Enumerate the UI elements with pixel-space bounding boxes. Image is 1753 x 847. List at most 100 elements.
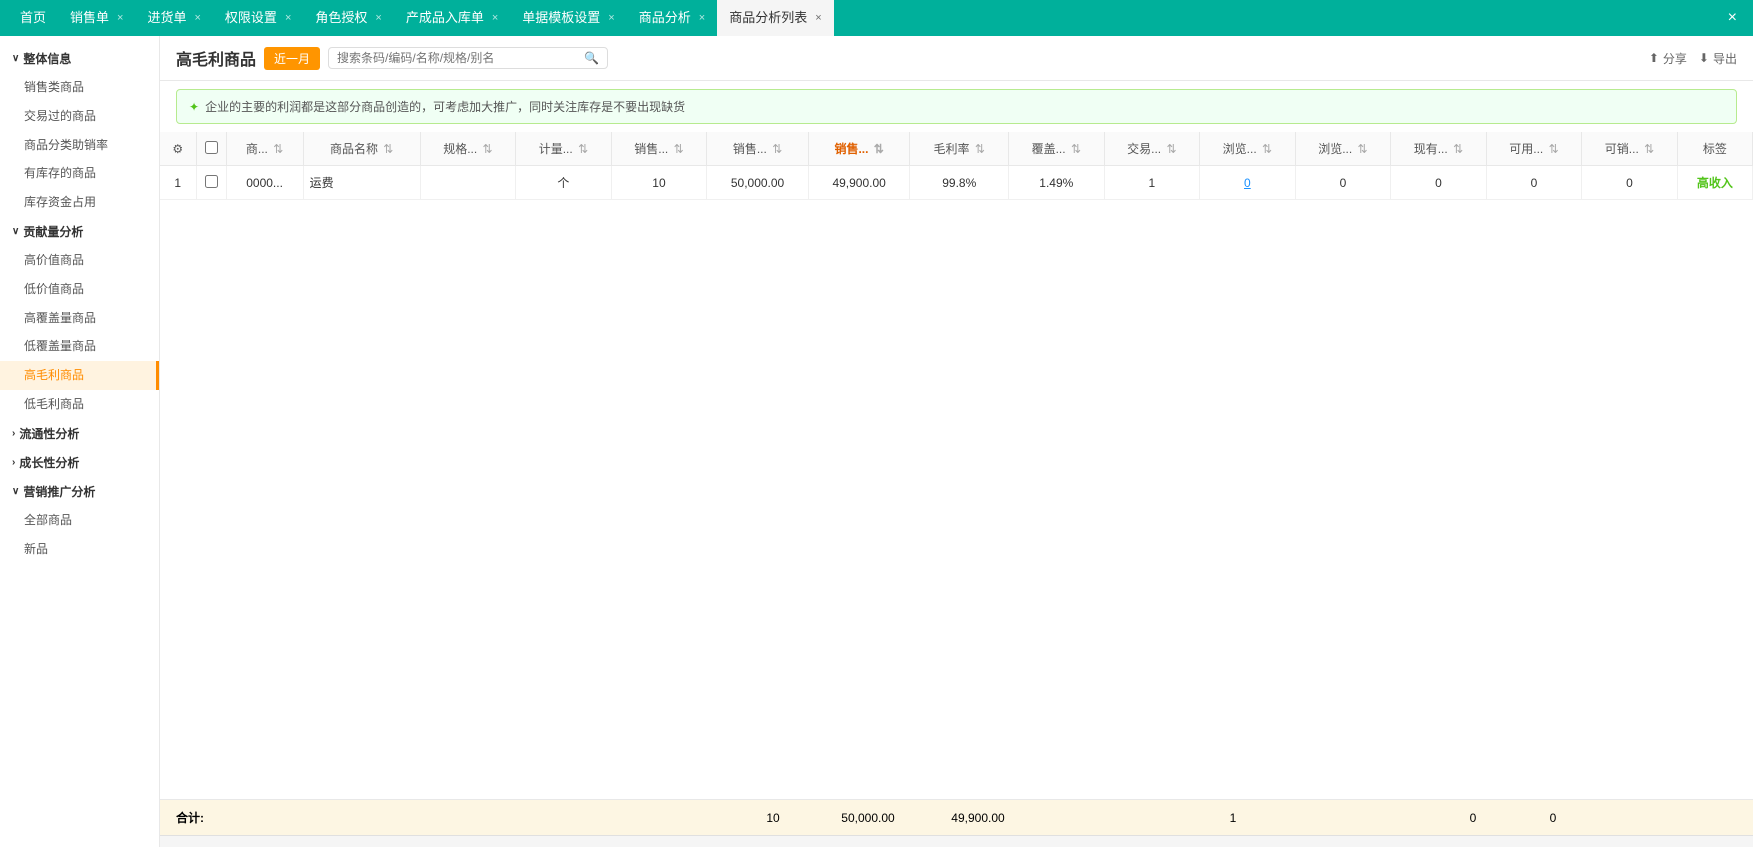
time-filter-button[interactable]: 近一月 (264, 47, 320, 70)
close-all-button[interactable]: × (1720, 9, 1745, 27)
sort-icon-available: ⇅ (1549, 142, 1559, 156)
header-actions: ⬆ 分享 ⬇ 导出 (1649, 50, 1737, 67)
nav-template-settings[interactable]: 单据模板设置 × (510, 0, 626, 36)
col-gross-rate[interactable]: 毛利率 ⇅ (910, 132, 1009, 166)
sidebar-item-traded-goods[interactable]: 交易过的商品 (0, 102, 159, 131)
footer-label: 合计: (160, 809, 220, 826)
sidebar: « ∨ 整体信息 销售类商品 交易过的商品 商品分类助销率 有库存的商品 库存资… (0, 36, 160, 847)
row-saleable: 0 (1582, 166, 1678, 200)
col-current[interactable]: 现有... ⇅ (1391, 132, 1487, 166)
sidebar-item-stock-capital[interactable]: 库存资金占用 (0, 188, 159, 217)
sidebar-collapse-button[interactable]: « (159, 422, 160, 462)
row-trade: 1 (1104, 166, 1200, 200)
sort-icon-sales1: ⇅ (674, 142, 684, 156)
col-sales1[interactable]: 销售... ⇅ (611, 132, 707, 166)
col-sales3[interactable]: 销售... ⇅ (808, 132, 910, 166)
row-code: 0000... (226, 166, 303, 200)
close-analysis-list[interactable]: × (815, 0, 821, 36)
share-icon: ⬆ (1649, 51, 1659, 65)
col-trade[interactable]: 交易... ⇅ (1104, 132, 1200, 166)
row-unit: 个 (516, 166, 612, 200)
col-browse1[interactable]: 浏览... ⇅ (1200, 132, 1296, 166)
sidebar-item-new-products[interactable]: 新品 (0, 535, 159, 564)
col-spec[interactable]: 规格... ⇅ (420, 132, 516, 166)
footer-sales3: 49,900.00 (923, 811, 1033, 825)
sidebar-item-high-coverage[interactable]: 高覆盖量商品 (0, 304, 159, 333)
footer-available: 0 (1513, 811, 1593, 825)
sort-icon-gross-rate: ⇅ (975, 142, 985, 156)
col-unit[interactable]: 计量... ⇅ (516, 132, 612, 166)
col-saleable[interactable]: 可销... ⇅ (1582, 132, 1678, 166)
col-sales2[interactable]: 销售... ⇅ (707, 132, 809, 166)
row-spec (420, 166, 516, 200)
close-roles[interactable]: × (375, 0, 381, 36)
sidebar-item-in-stock[interactable]: 有库存的商品 (0, 159, 159, 188)
nav-product-inbound[interactable]: 产成品入库单 × (394, 0, 510, 36)
col-browse2[interactable]: 浏览... ⇅ (1295, 132, 1391, 166)
col-settings[interactable]: ⚙ (160, 132, 196, 166)
data-table: ⚙ 商... ⇅ 商品名称 ⇅ 规格... ⇅ (160, 132, 1753, 200)
sort-icon-code: ⇅ (273, 142, 283, 156)
nav-analysis-list[interactable]: 商品分析列表 × (717, 0, 833, 36)
row-browse1[interactable]: 0 (1200, 166, 1296, 200)
table-row: 1 0000... 运费 个 10 50,000.00 49,900.00 99… (160, 166, 1753, 200)
top-nav: 首页 销售单 × 进货单 × 权限设置 × 角色授权 × 产成品入库单 × 单据… (0, 0, 1753, 36)
close-product-inbound[interactable]: × (492, 0, 498, 36)
row-browse2: 0 (1295, 166, 1391, 200)
nav-permissions[interactable]: 权限设置 × (213, 0, 303, 36)
arrow-icon-growth: › (12, 457, 15, 468)
search-icon[interactable]: 🔍 (584, 51, 599, 65)
sidebar-item-low-coverage[interactable]: 低覆盖量商品 (0, 332, 159, 361)
info-banner: ✦ 企业的主要的利润都是这部分商品创造的，可考虑加大推广，同时关注库存是不要出现… (176, 89, 1737, 124)
share-button[interactable]: ⬆ 分享 (1649, 50, 1687, 67)
sort-icon-browse1: ⇅ (1262, 142, 1272, 156)
sidebar-item-category-rate[interactable]: 商品分类助销率 (0, 131, 159, 160)
sidebar-item-sales-goods[interactable]: 销售类商品 (0, 73, 159, 102)
main-layout: « ∨ 整体信息 销售类商品 交易过的商品 商品分类助销率 有库存的商品 库存资… (0, 36, 1753, 847)
search-input[interactable] (337, 51, 580, 65)
sort-icon-coverage: ⇅ (1071, 142, 1081, 156)
col-code[interactable]: 商... ⇅ (226, 132, 303, 166)
sidebar-section-contribution[interactable]: ∨ 贡献量分析 (0, 217, 159, 246)
nav-home[interactable]: 首页 (8, 0, 58, 36)
col-coverage[interactable]: 覆盖... ⇅ (1009, 132, 1105, 166)
row-name[interactable]: 运费 (303, 166, 420, 200)
footer-trade: 1 (1193, 811, 1273, 825)
bottom-scrollbar[interactable] (160, 835, 1753, 847)
sidebar-section-liquidity[interactable]: › 流通性分析 (0, 419, 159, 448)
table-header-row: ⚙ 商... ⇅ 商品名称 ⇅ 规格... ⇅ (160, 132, 1753, 166)
sidebar-item-low-margin[interactable]: 低毛利商品 (0, 390, 159, 419)
sidebar-item-high-value[interactable]: 高价值商品 (0, 246, 159, 275)
nav-purchase-order[interactable]: 进货单 × (135, 0, 212, 36)
footer-current: 0 (1433, 811, 1513, 825)
sidebar-item-high-margin[interactable]: 高毛利商品 (0, 361, 159, 390)
export-button[interactable]: ⬇ 导出 (1699, 50, 1737, 67)
close-template-settings[interactable]: × (608, 0, 614, 36)
sidebar-item-all-goods[interactable]: 全部商品 (0, 506, 159, 535)
table-wrapper[interactable]: ⚙ 商... ⇅ 商品名称 ⇅ 规格... ⇅ (160, 132, 1753, 799)
select-all-checkbox[interactable] (205, 141, 218, 154)
nav-product-analysis[interactable]: 商品分析 × (627, 0, 717, 36)
row-checkbox[interactable] (205, 175, 218, 188)
nav-sales-order[interactable]: 销售单 × (58, 0, 135, 36)
row-tag: 高收入 (1677, 166, 1752, 200)
close-product-analysis[interactable]: × (699, 0, 705, 36)
close-purchase-order[interactable]: × (194, 0, 200, 36)
sidebar-item-low-value[interactable]: 低价值商品 (0, 275, 159, 304)
col-name[interactable]: 商品名称 ⇅ (303, 132, 420, 166)
nav-roles[interactable]: 角色授权 × (303, 0, 393, 36)
sidebar-section-marketing[interactable]: ∨ 营销推广分析 (0, 477, 159, 506)
sort-icon-saleable: ⇅ (1644, 142, 1654, 156)
row-checkbox-cell[interactable] (196, 166, 226, 200)
footer-row: 合计: 10 50,000.00 49,900.00 1 0 0 (160, 799, 1753, 835)
arrow-icon-marketing: ∨ (12, 486, 19, 497)
close-permissions[interactable]: × (285, 0, 291, 36)
close-sales-order[interactable]: × (117, 0, 123, 36)
row-coverage: 1.49% (1009, 166, 1105, 200)
sidebar-section-overall[interactable]: ∨ 整体信息 (0, 44, 159, 73)
col-available[interactable]: 可用... ⇅ (1486, 132, 1582, 166)
page-title: 高毛利商品 (176, 46, 256, 70)
row-current: 0 (1391, 166, 1487, 200)
sidebar-section-growth[interactable]: › 成长性分析 (0, 448, 159, 477)
arrow-icon-contribution: ∨ (12, 226, 19, 237)
